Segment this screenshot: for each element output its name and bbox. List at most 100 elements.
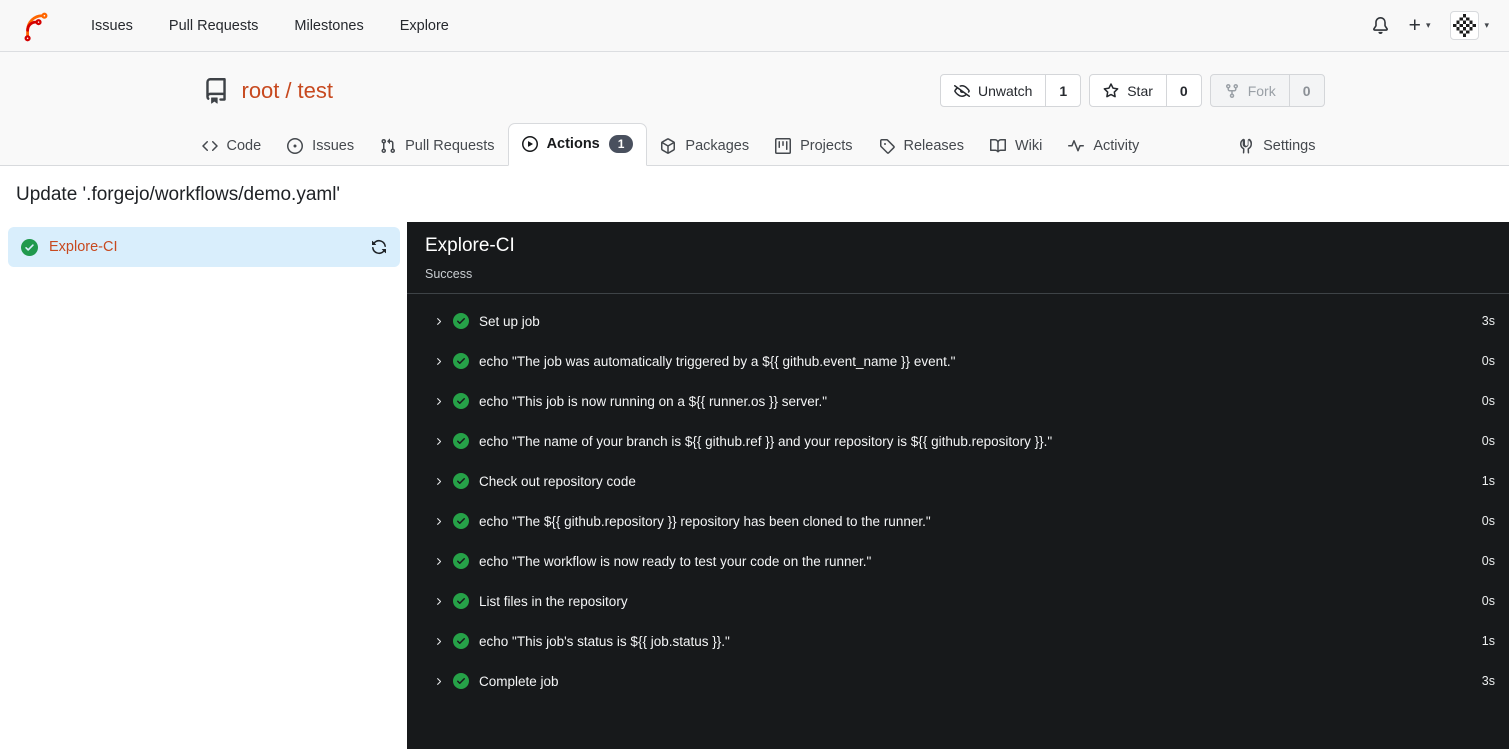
tab-label: Settings <box>1263 138 1316 155</box>
repo-owner-link[interactable]: root <box>242 78 280 103</box>
step-label: echo "The ${{ github.repository }} repos… <box>479 513 931 529</box>
tab-actions[interactable]: Actions 1 <box>507 123 648 167</box>
tab-label: Actions <box>546 136 600 153</box>
step-row[interactable]: echo "This job's status is ${{ job.statu… <box>407 621 1509 661</box>
step-duration: 1s <box>1481 634 1495 649</box>
tab-label: Projects <box>800 138 853 155</box>
job-name: Explore-CI <box>49 239 118 256</box>
step-duration: 0s <box>1481 434 1495 449</box>
tab-label: Pull Requests <box>405 138 495 155</box>
repo-header: root / test Unwatch 1 Star 0 Fork 0 Code… <box>0 52 1509 167</box>
repo-divider: / <box>285 77 292 103</box>
nav-milestones[interactable]: Milestones <box>279 10 378 42</box>
step-row[interactable]: Check out repository code 1s <box>407 461 1509 501</box>
step-row[interactable]: echo "The job was automatically triggere… <box>407 341 1509 381</box>
notifications-button[interactable] <box>1372 17 1389 34</box>
chevron-right-icon <box>437 597 442 605</box>
chevron-right-icon <box>437 357 442 365</box>
step-row[interactable]: echo "The name of your branch is ${{ git… <box>407 421 1509 461</box>
star-count[interactable]: 0 <box>1165 75 1201 106</box>
chevron-right-icon <box>437 437 442 445</box>
chevron-right-icon <box>437 397 442 405</box>
eye-closed-icon <box>953 84 970 97</box>
step-label: Set up job <box>479 313 540 329</box>
step-duration: 0s <box>1481 554 1495 569</box>
forgejo-logo-icon[interactable] <box>20 10 52 42</box>
bell-icon <box>1372 17 1388 34</box>
step-duration: 3s <box>1481 314 1495 329</box>
check-circle-icon <box>453 673 469 690</box>
check-circle-icon <box>453 433 469 450</box>
package-icon <box>661 138 676 155</box>
top-navbar: Issues Pull Requests Milestones Explore … <box>0 0 1509 52</box>
star-label: Star <box>1127 82 1153 99</box>
chevron-right-icon <box>437 317 442 325</box>
tab-wiki[interactable]: Wiki <box>977 127 1055 166</box>
step-label: List files in the repository <box>479 593 628 609</box>
repo-icon <box>205 77 226 104</box>
check-circle-icon <box>453 473 469 490</box>
tab-label: Issues <box>312 138 355 155</box>
avatar <box>1450 11 1480 40</box>
tab-label: Releases <box>903 138 964 155</box>
chevron-right-icon <box>437 517 442 525</box>
tab-activity[interactable]: Activity <box>1055 127 1152 166</box>
job-item-explore-ci[interactable]: Explore-CI <box>8 227 400 268</box>
tab-pull-requests[interactable]: Pull Requests <box>367 127 507 166</box>
step-row[interactable]: echo "The ${{ github.repository }} repos… <box>407 501 1509 541</box>
user-menu-button[interactable]: ▾ <box>1450 11 1489 40</box>
unwatch-button[interactable]: Unwatch 1 <box>939 74 1082 107</box>
navbar-right: + ▾ ▾ <box>1372 11 1489 40</box>
star-icon <box>1103 82 1119 97</box>
job-title: Explore-CI <box>425 235 515 257</box>
watch-count[interactable]: 1 <box>1045 75 1080 106</box>
tab-issues[interactable]: Issues <box>274 127 367 166</box>
fork-count: 0 <box>1288 75 1324 106</box>
tools-icon <box>1240 139 1253 154</box>
step-duration: 0s <box>1481 594 1495 609</box>
tab-projects[interactable]: Projects <box>762 127 865 166</box>
repo-action-buttons: Unwatch 1 Star 0 Fork 0 <box>939 74 1325 107</box>
check-circle-icon <box>453 353 469 370</box>
repo-name-link[interactable]: test <box>298 78 333 103</box>
step-duration: 0s <box>1481 354 1495 369</box>
rerun-icon[interactable] <box>371 239 387 255</box>
fork-label: Fork <box>1247 82 1276 99</box>
nav-pull-requests[interactable]: Pull Requests <box>154 10 273 42</box>
chevron-right-icon <box>437 637 442 645</box>
tab-settings[interactable]: Settings <box>1225 127 1328 166</box>
tab-label: Packages <box>685 138 750 155</box>
step-row[interactable]: Complete job 3s <box>407 661 1509 701</box>
check-circle-icon <box>21 238 38 256</box>
step-label: echo "The name of your branch is ${{ git… <box>479 433 1053 449</box>
nav-issues[interactable]: Issues <box>76 10 148 42</box>
fork-button: Fork 0 <box>1209 74 1325 107</box>
steps-list: Set up job 3s echo "The job was automati… <box>407 294 1509 701</box>
step-label: echo "This job's status is ${{ job.statu… <box>479 633 730 649</box>
nav-explore[interactable]: Explore <box>385 10 464 42</box>
tab-releases[interactable]: Releases <box>866 127 977 166</box>
book-icon <box>989 139 1006 153</box>
check-circle-icon <box>453 313 469 330</box>
navbar-links: Issues Pull Requests Milestones Explore <box>76 10 464 42</box>
star-button[interactable]: Star 0 <box>1089 74 1202 107</box>
step-duration: 1s <box>1481 474 1495 489</box>
step-row[interactable]: List files in the repository 0s <box>407 581 1509 621</box>
step-row[interactable]: echo "The workflow is now ready to test … <box>407 541 1509 581</box>
job-log-panel: Explore-CI Success Set up job 3s echo "T… <box>407 222 1509 749</box>
tab-label: Wiki <box>1014 138 1043 155</box>
chevron-right-icon <box>437 557 442 565</box>
step-duration: 0s <box>1481 394 1495 409</box>
tab-packages[interactable]: Packages <box>647 127 762 166</box>
check-circle-icon <box>453 633 469 650</box>
step-row[interactable]: echo "This job is now running on a ${{ r… <box>407 381 1509 421</box>
chevron-down-icon: ▾ <box>1484 20 1489 30</box>
step-row[interactable]: Set up job 3s <box>407 301 1509 341</box>
tag-icon <box>879 139 895 155</box>
tab-code[interactable]: Code <box>189 127 275 166</box>
page-title: Update '.forgejo/workflows/demo.yaml' <box>16 184 341 206</box>
create-menu-button[interactable]: + ▾ <box>1409 15 1431 36</box>
check-circle-icon <box>453 513 469 530</box>
code-icon <box>201 141 218 152</box>
plus-icon: + <box>1408 14 1421 37</box>
